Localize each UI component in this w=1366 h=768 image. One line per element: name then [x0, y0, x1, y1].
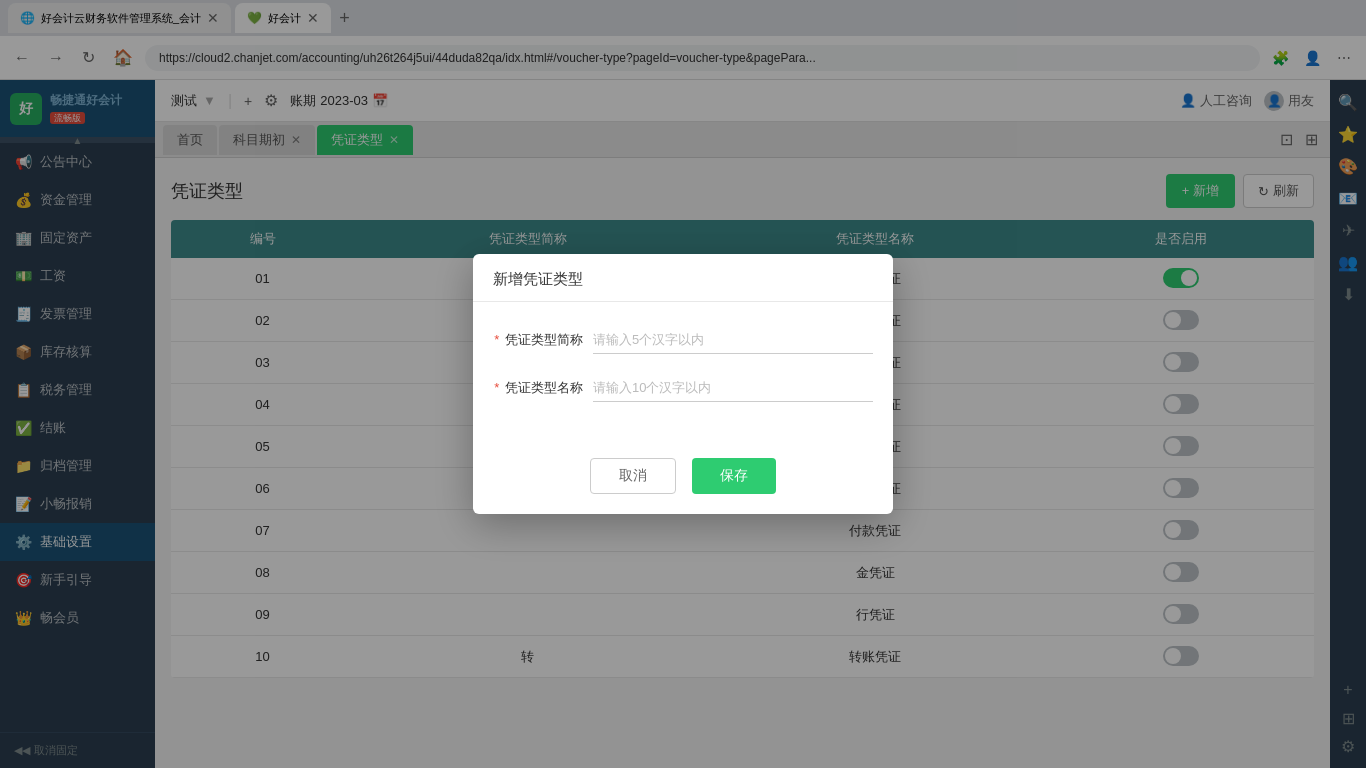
required-star-1: *	[494, 332, 499, 347]
modal-header: 新增凭证类型	[473, 254, 893, 302]
form-row-short: * 凭证类型简称	[493, 326, 873, 354]
voucher-full-name-input[interactable]	[593, 374, 873, 402]
add-voucher-type-modal: 新增凭证类型 * 凭证类型简称 * 凭证类型名称 取消	[473, 254, 893, 514]
modal-title: 新增凭证类型	[493, 270, 583, 287]
voucher-short-name-input[interactable]	[593, 326, 873, 354]
modal-footer: 取消 保存	[473, 446, 893, 514]
save-button[interactable]: 保存	[692, 458, 776, 494]
cancel-button[interactable]: 取消	[590, 458, 676, 494]
modal-body: * 凭证类型简称 * 凭证类型名称	[473, 302, 893, 446]
form-row-fullname: * 凭证类型名称	[493, 374, 873, 402]
full-name-label: * 凭证类型名称	[493, 379, 593, 397]
modal-overlay: 新增凭证类型 * 凭证类型简称 * 凭证类型名称 取消	[0, 0, 1366, 768]
short-name-label: * 凭证类型简称	[493, 331, 593, 349]
required-star-2: *	[494, 380, 499, 395]
